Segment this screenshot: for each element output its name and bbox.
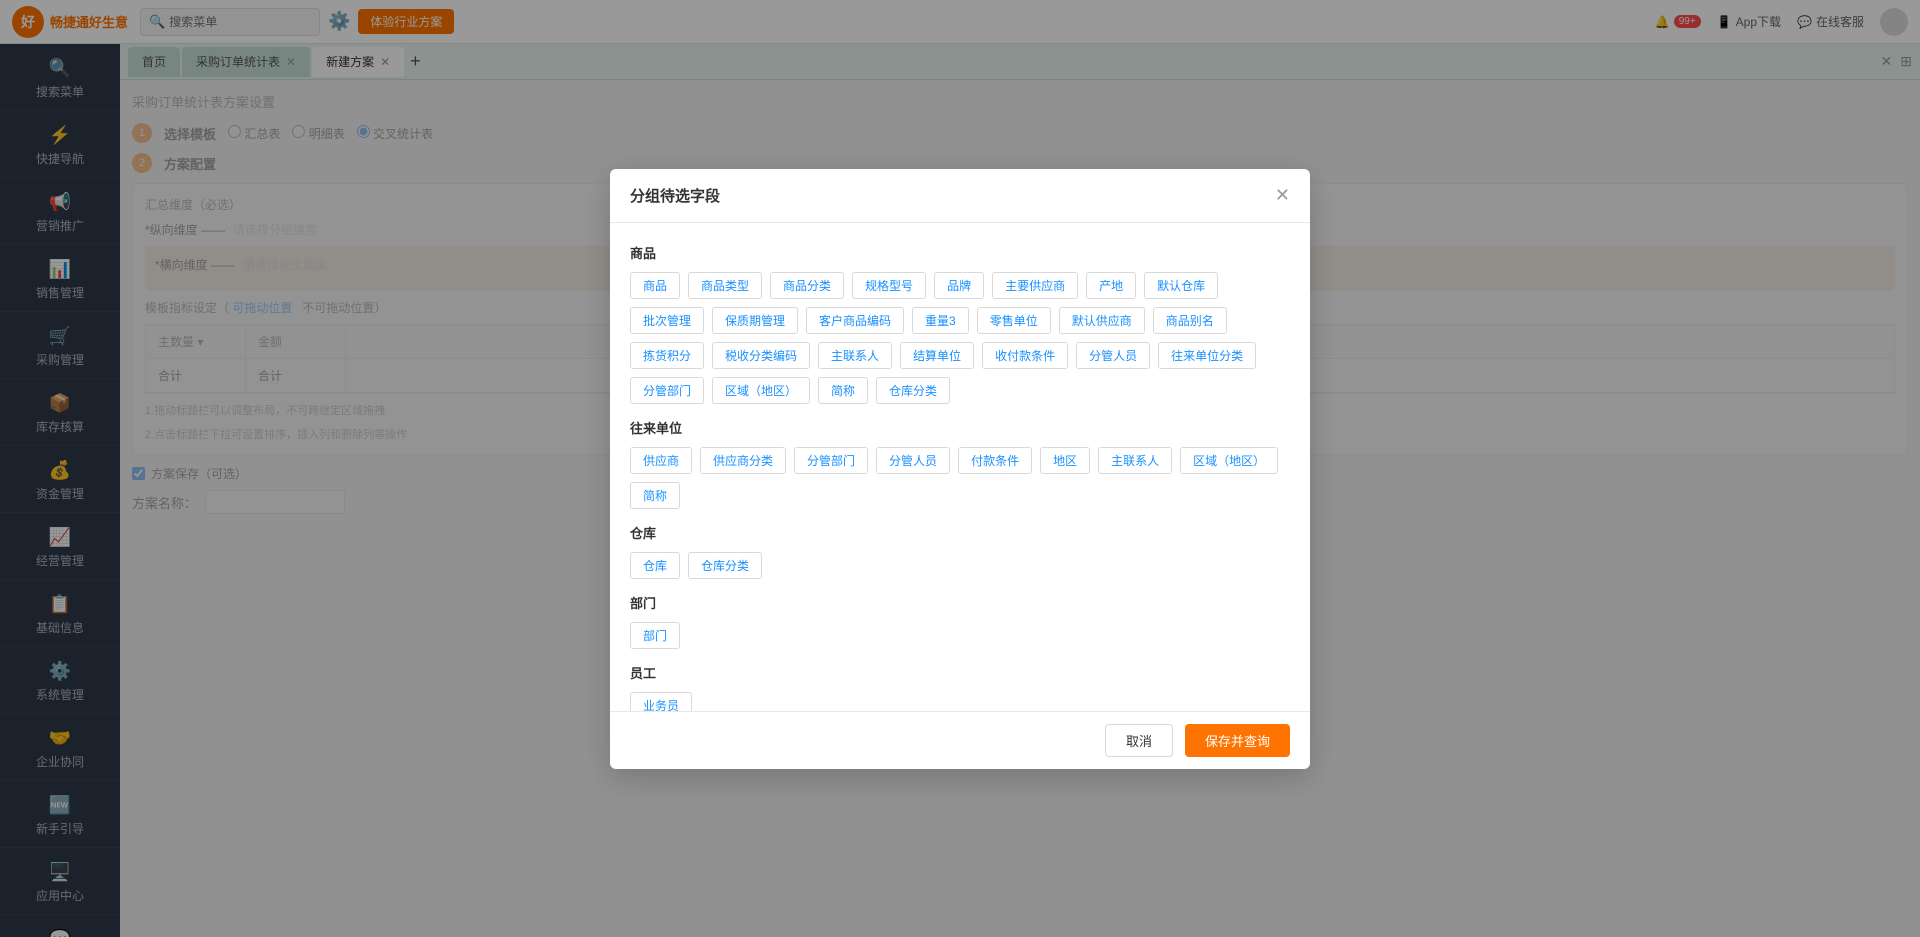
section-title-0: 商品	[630, 243, 1290, 262]
tag-4-0[interactable]: 业务员	[630, 692, 692, 711]
tag-1-6[interactable]: 主联系人	[1098, 447, 1172, 474]
tag-0-24[interactable]: 简称	[818, 377, 868, 404]
confirm-button[interactable]: 保存并查询	[1185, 724, 1290, 757]
modal-body: 商品商品商品类型商品分类规格型号品牌主要供应商产地默认仓库批次管理保质期管理客户…	[610, 223, 1310, 711]
tag-0-5[interactable]: 主要供应商	[992, 272, 1078, 299]
tag-0-7[interactable]: 默认仓库	[1144, 272, 1218, 299]
tag-1-8[interactable]: 简称	[630, 482, 680, 509]
tag-1-0[interactable]: 供应商	[630, 447, 692, 474]
tag-1-4[interactable]: 付款条件	[958, 447, 1032, 474]
tag-0-3[interactable]: 规格型号	[852, 272, 926, 299]
tag-0-19[interactable]: 收付款条件	[982, 342, 1068, 369]
tag-1-2[interactable]: 分管部门	[794, 447, 868, 474]
tag-2-1[interactable]: 仓库分类	[688, 552, 762, 579]
tag-1-1[interactable]: 供应商分类	[700, 447, 786, 474]
modal-title: 分组待选字段	[630, 185, 720, 206]
tag-0-16[interactable]: 税收分类编码	[712, 342, 810, 369]
tag-0-17[interactable]: 主联系人	[818, 342, 892, 369]
tag-0-10[interactable]: 客户商品编码	[806, 307, 904, 334]
tag-0-1[interactable]: 商品类型	[688, 272, 762, 299]
tag-group-3: 部门	[630, 622, 1290, 649]
section-title-3: 部门	[630, 593, 1290, 612]
cancel-button[interactable]: 取消	[1105, 724, 1173, 757]
tag-3-0[interactable]: 部门	[630, 622, 680, 649]
modal-overlay: 分组待选字段 ✕ 商品商品商品类型商品分类规格型号品牌主要供应商产地默认仓库批次…	[0, 0, 1920, 937]
tag-1-7[interactable]: 区域（地区）	[1180, 447, 1278, 474]
tag-0-18[interactable]: 结算单位	[900, 342, 974, 369]
tag-group-1: 供应商供应商分类分管部门分管人员付款条件地区主联系人区域（地区） 简称	[630, 447, 1290, 509]
tag-0-23[interactable]: 区域（地区）	[712, 377, 810, 404]
tag-group-4: 业务员	[630, 692, 1290, 711]
tag-0-22[interactable]: 分管部门	[630, 377, 704, 404]
tag-0-20[interactable]: 分管人员	[1076, 342, 1150, 369]
modal-close-btn[interactable]: ✕	[1275, 185, 1290, 206]
tag-0-13[interactable]: 默认供应商	[1059, 307, 1145, 334]
tag-0-6[interactable]: 产地	[1086, 272, 1136, 299]
field-select-modal: 分组待选字段 ✕ 商品商品商品类型商品分类规格型号品牌主要供应商产地默认仓库批次…	[610, 169, 1310, 769]
tag-0-9[interactable]: 保质期管理	[712, 307, 798, 334]
tag-0-11[interactable]: 重量3	[912, 307, 969, 334]
tag-1-5[interactable]: 地区	[1040, 447, 1090, 474]
section-title-2: 仓库	[630, 523, 1290, 542]
tag-0-2[interactable]: 商品分类	[770, 272, 844, 299]
tag-0-25[interactable]: 仓库分类	[876, 377, 950, 404]
tag-0-12[interactable]: 零售单位	[977, 307, 1051, 334]
section-title-1: 往来单位	[630, 418, 1290, 437]
tag-0-0[interactable]: 商品	[630, 272, 680, 299]
section-title-4: 员工	[630, 663, 1290, 682]
tag-0-4[interactable]: 品牌	[934, 272, 984, 299]
tag-group-2: 仓库仓库分类	[630, 552, 1290, 579]
tag-0-14[interactable]: 商品别名	[1153, 307, 1227, 334]
tag-1-3[interactable]: 分管人员	[876, 447, 950, 474]
tag-2-0[interactable]: 仓库	[630, 552, 680, 579]
tag-group-0: 商品商品类型商品分类规格型号品牌主要供应商产地默认仓库批次管理保质期管理客户商品…	[630, 272, 1290, 404]
modal-footer: 取消 保存并查询	[610, 711, 1310, 769]
tag-0-15[interactable]: 拣货积分	[630, 342, 704, 369]
modal-header: 分组待选字段 ✕	[610, 169, 1310, 223]
tag-0-8[interactable]: 批次管理	[630, 307, 704, 334]
tag-0-21[interactable]: 往来单位分类	[1158, 342, 1256, 369]
